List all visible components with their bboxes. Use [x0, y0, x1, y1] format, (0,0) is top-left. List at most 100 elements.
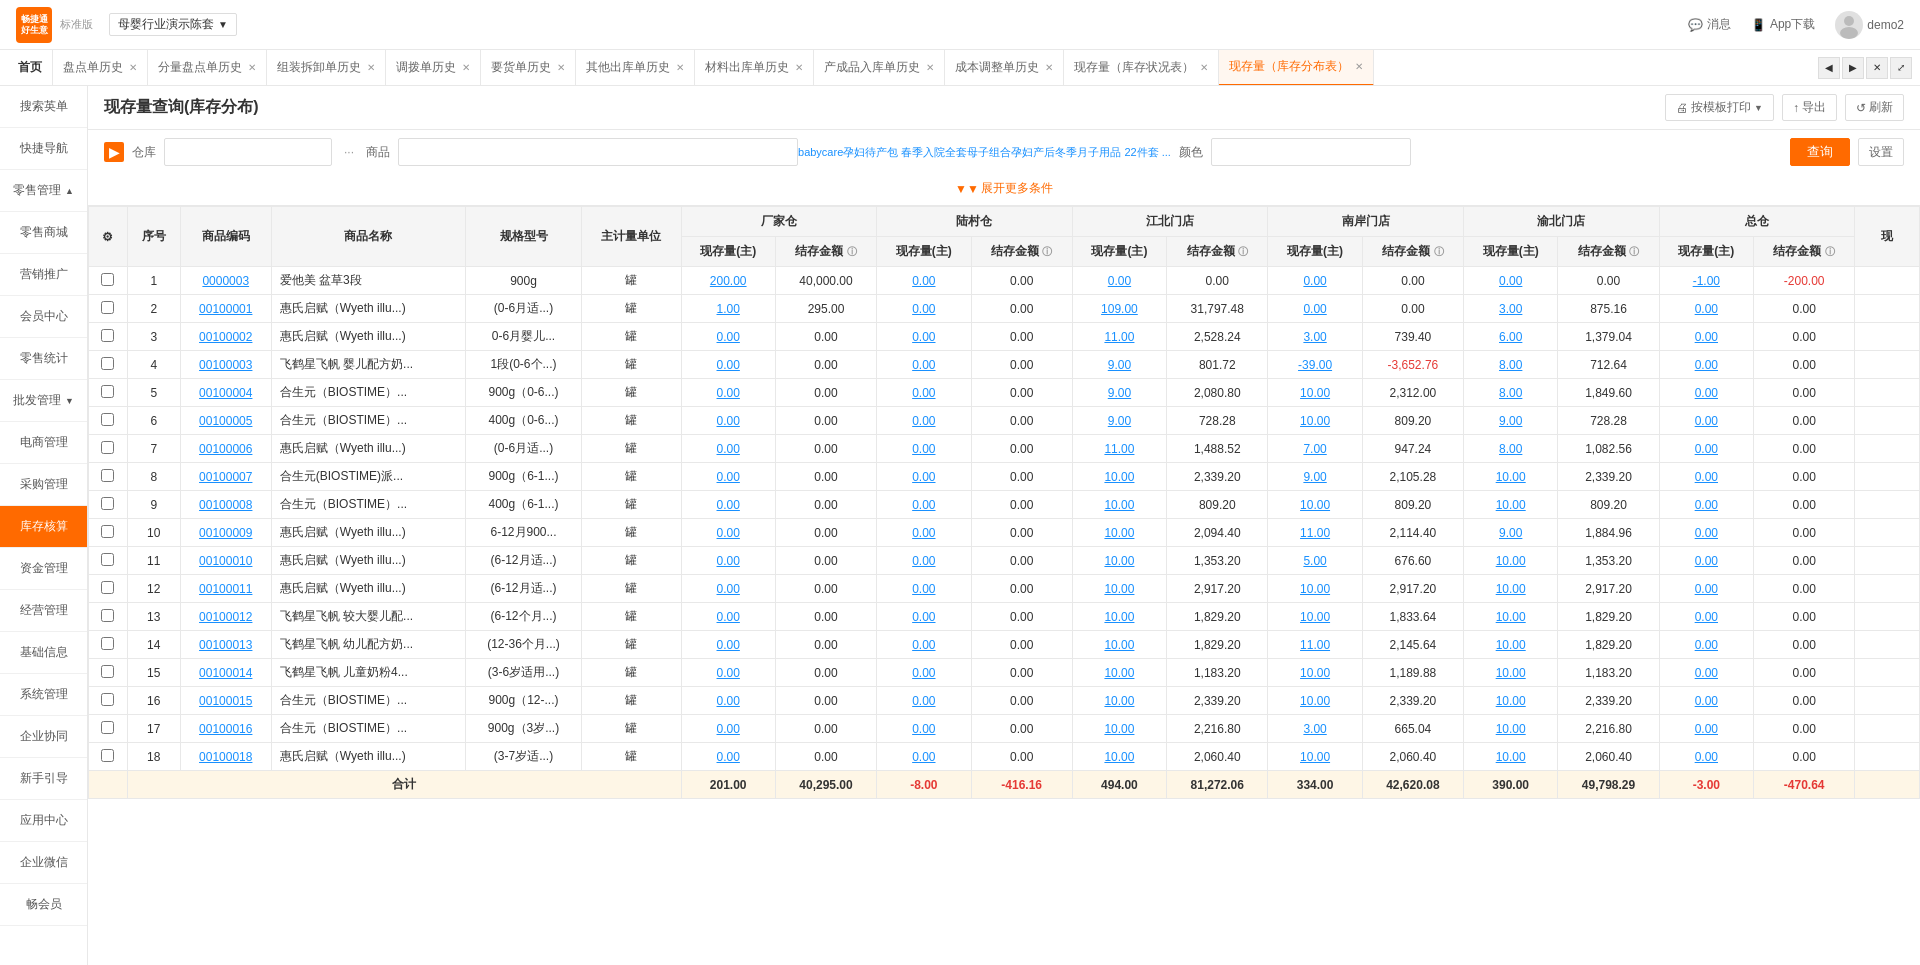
row-code[interactable]: 00100007: [180, 463, 271, 491]
row-code[interactable]: 00100005: [180, 407, 271, 435]
settings-btn[interactable]: 设置: [1858, 138, 1904, 166]
row-jiangbei-qty[interactable]: 10.00: [1072, 687, 1166, 715]
row-jiangbei-qty[interactable]: 10.00: [1072, 575, 1166, 603]
row-lucun-qty[interactable]: 0.00: [877, 575, 971, 603]
row-yubei-qty[interactable]: 10.00: [1464, 491, 1558, 519]
settings-gear-icon[interactable]: ⚙: [102, 230, 113, 244]
row-total-qty[interactable]: 0.00: [1659, 743, 1753, 771]
sidebar-item-enterprise-collab[interactable]: 企业协同: [0, 716, 87, 758]
row-checkbox[interactable]: [89, 379, 128, 407]
row-yubei-qty[interactable]: 8.00: [1464, 379, 1558, 407]
row-code[interactable]: 00100012: [180, 603, 271, 631]
row-total-qty[interactable]: 0.00: [1659, 323, 1753, 351]
row-yubei-qty[interactable]: 9.00: [1464, 519, 1558, 547]
row-checkbox[interactable]: [89, 547, 128, 575]
tab-partial-inventory-history[interactable]: 分量盘点单历史 ✕: [148, 50, 267, 86]
row-checkbox[interactable]: [89, 687, 128, 715]
sidebar-item-retail-stats[interactable]: 零售统计: [0, 338, 87, 380]
row-factory-qty[interactable]: 0.00: [681, 379, 775, 407]
row-code[interactable]: 00100009: [180, 519, 271, 547]
row-total-qty[interactable]: 0.00: [1659, 687, 1753, 715]
row-jiangbei-qty[interactable]: 11.00: [1072, 435, 1166, 463]
row-nanan-qty[interactable]: 10.00: [1268, 379, 1362, 407]
row-total-qty[interactable]: 0.00: [1659, 407, 1753, 435]
row-lucun-qty[interactable]: 0.00: [877, 407, 971, 435]
row-jiangbei-qty[interactable]: 10.00: [1072, 715, 1166, 743]
row-factory-qty[interactable]: 0.00: [681, 435, 775, 463]
row-code[interactable]: 00100010: [180, 547, 271, 575]
row-code[interactable]: 00100015: [180, 687, 271, 715]
row-total-qty[interactable]: 0.00: [1659, 715, 1753, 743]
row-checkbox[interactable]: [89, 519, 128, 547]
nav-next-btn[interactable]: ▶: [1842, 57, 1864, 79]
row-factory-qty[interactable]: 0.00: [681, 547, 775, 575]
row-factory-qty[interactable]: 200.00: [681, 267, 775, 295]
row-lucun-qty[interactable]: 0.00: [877, 463, 971, 491]
row-checkbox[interactable]: [89, 323, 128, 351]
row-factory-qty[interactable]: 0.00: [681, 519, 775, 547]
close-icon[interactable]: ✕: [1045, 62, 1053, 73]
sidebar-item-marketing[interactable]: 营销推广: [0, 254, 87, 296]
row-jiangbei-qty[interactable]: 10.00: [1072, 463, 1166, 491]
row-nanan-qty[interactable]: 10.00: [1268, 491, 1362, 519]
row-total-qty[interactable]: 0.00: [1659, 603, 1753, 631]
row-nanan-qty[interactable]: 5.00: [1268, 547, 1362, 575]
row-lucun-qty[interactable]: 0.00: [877, 603, 971, 631]
tab-home[interactable]: 首页: [8, 50, 53, 86]
sidebar-item-member[interactable]: 畅会员: [0, 884, 87, 926]
sidebar-item-basic-info[interactable]: 基础信息: [0, 632, 87, 674]
row-factory-qty[interactable]: 0.00: [681, 603, 775, 631]
row-jiangbei-qty[interactable]: 10.00: [1072, 491, 1166, 519]
info-icon[interactable]: ⓘ: [1825, 246, 1835, 257]
row-checkbox[interactable]: [89, 715, 128, 743]
row-lucun-qty[interactable]: 0.00: [877, 267, 971, 295]
row-code[interactable]: 00100002: [180, 323, 271, 351]
sidebar-item-retail-management[interactable]: 零售管理 ▲: [0, 170, 87, 212]
row-nanan-qty[interactable]: 10.00: [1268, 659, 1362, 687]
row-total-qty[interactable]: 0.00: [1659, 435, 1753, 463]
query-btn[interactable]: 查询: [1790, 138, 1850, 166]
row-nanan-qty[interactable]: 10.00: [1268, 603, 1362, 631]
row-jiangbei-qty[interactable]: 9.00: [1072, 407, 1166, 435]
row-nanan-qty[interactable]: 0.00: [1268, 295, 1362, 323]
row-code[interactable]: 00100014: [180, 659, 271, 687]
nav-close-btn[interactable]: ✕: [1866, 57, 1888, 79]
row-total-qty[interactable]: 0.00: [1659, 491, 1753, 519]
sidebar-item-finance[interactable]: 资金管理: [0, 548, 87, 590]
row-factory-qty[interactable]: 0.00: [681, 351, 775, 379]
close-icon[interactable]: ✕: [367, 62, 375, 73]
row-nanan-qty[interactable]: -39.00: [1268, 351, 1362, 379]
row-nanan-qty[interactable]: 7.00: [1268, 435, 1362, 463]
tab-inventory-distribution[interactable]: 现存量（库存分布表） ✕: [1219, 50, 1374, 86]
sidebar-item-wholesale-management[interactable]: 批发管理 ▼: [0, 380, 87, 422]
row-lucun-qty[interactable]: 0.00: [877, 435, 971, 463]
warehouse-dots-btn[interactable]: ···: [340, 145, 358, 159]
sidebar-item-operations[interactable]: 经营管理: [0, 590, 87, 632]
sidebar-item-member-center[interactable]: 会员中心: [0, 296, 87, 338]
row-yubei-qty[interactable]: 10.00: [1464, 631, 1558, 659]
row-yubei-qty[interactable]: 3.00: [1464, 295, 1558, 323]
toggle-filter-btn[interactable]: ▶: [104, 142, 124, 162]
row-lucun-qty[interactable]: 0.00: [877, 659, 971, 687]
row-code[interactable]: 00100003: [180, 351, 271, 379]
row-checkbox[interactable]: [89, 491, 128, 519]
row-total-qty[interactable]: 0.00: [1659, 379, 1753, 407]
row-lucun-qty[interactable]: 0.00: [877, 323, 971, 351]
row-checkbox[interactable]: [89, 351, 128, 379]
row-nanan-qty[interactable]: 10.00: [1268, 575, 1362, 603]
row-factory-qty[interactable]: 0.00: [681, 407, 775, 435]
row-factory-qty[interactable]: 0.00: [681, 631, 775, 659]
row-checkbox[interactable]: [89, 743, 128, 771]
row-lucun-qty[interactable]: 0.00: [877, 295, 971, 323]
row-lucun-qty[interactable]: 0.00: [877, 379, 971, 407]
row-yubei-qty[interactable]: 10.00: [1464, 603, 1558, 631]
row-yubei-qty[interactable]: 9.00: [1464, 407, 1558, 435]
close-icon[interactable]: ✕: [462, 62, 470, 73]
row-jiangbei-qty[interactable]: 10.00: [1072, 631, 1166, 659]
row-code[interactable]: 00100013: [180, 631, 271, 659]
sidebar-item-quick-nav[interactable]: 快捷导航: [0, 128, 87, 170]
row-yubei-qty[interactable]: 6.00: [1464, 323, 1558, 351]
row-factory-qty[interactable]: 0.00: [681, 687, 775, 715]
sidebar-item-purchase[interactable]: 采购管理: [0, 464, 87, 506]
row-code[interactable]: 00100004: [180, 379, 271, 407]
